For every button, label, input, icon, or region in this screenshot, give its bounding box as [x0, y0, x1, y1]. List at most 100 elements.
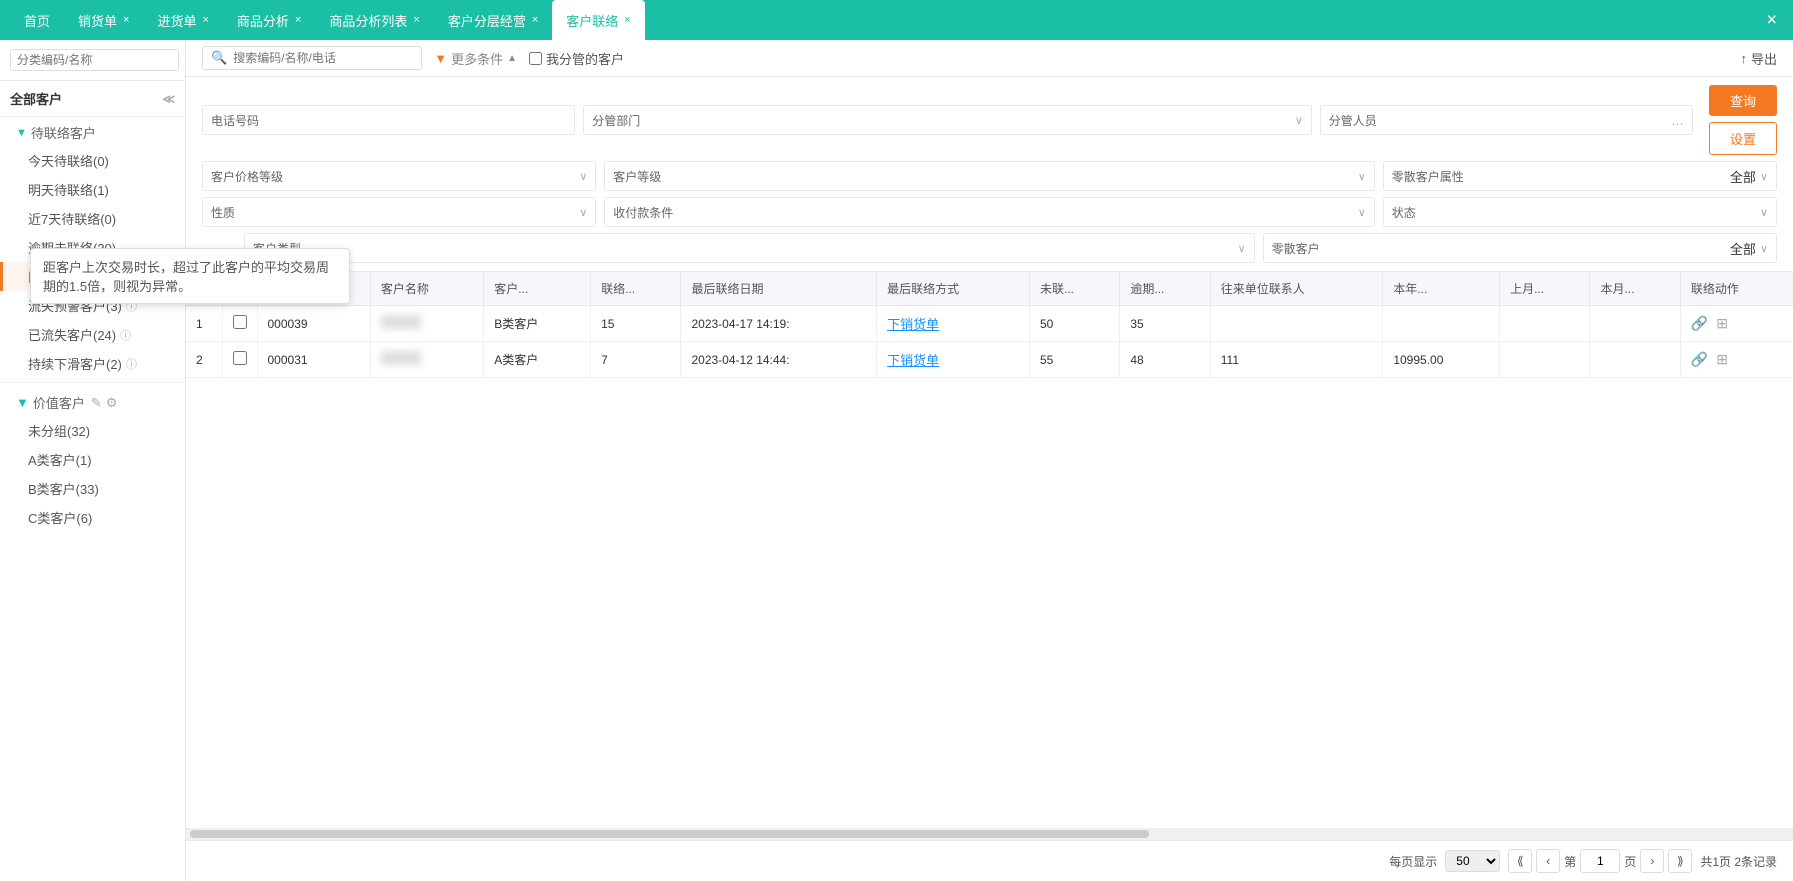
nav-item-home[interactable]: 首页 — [10, 0, 64, 40]
row-last-month — [1500, 342, 1590, 378]
close-all-button[interactable]: × — [1766, 10, 1777, 31]
phone-field[interactable]: 电话号码 — [202, 105, 575, 135]
retail-attr-field[interactable]: 零散客户属性 全部 ∨ — [1383, 161, 1777, 191]
col-last-contact-date: 最后联络日期 — [681, 272, 877, 306]
tooltip-box: 距客户上次交易时长，超过了此客户的平均交易周期的1.5倍，则视为异常。 — [30, 248, 350, 304]
sidebar-all-customers-header[interactable]: 全部客户 ≪ — [0, 81, 185, 117]
settings-button[interactable]: 设置 — [1709, 122, 1777, 155]
close-icon[interactable]: × — [295, 14, 301, 26]
row-code: 000031 — [257, 342, 370, 378]
row-last-contact-date: 2023-04-12 14:44: — [681, 342, 877, 378]
last-contact-link[interactable]: 下销货单 — [887, 317, 939, 332]
sidebar-item-declining[interactable]: 持续下滑客户(2) ⓘ — [0, 349, 185, 378]
search-input[interactable] — [233, 51, 413, 65]
close-icon[interactable]: × — [413, 14, 419, 26]
app-root: 首页 销货单 × 进货单 × 商品分析 × 商品分析列表 × 客户分层经营 × … — [0, 0, 1793, 881]
sidebar-value-group[interactable]: ▼ 价值客户 ✎ ⚙ — [0, 387, 185, 416]
chevron-down-icon: ∨ — [1358, 170, 1366, 183]
arrow-icon: ▼ — [16, 127, 27, 139]
row-contacts — [1210, 306, 1383, 342]
sidebar-waiting-group[interactable]: ▼ 待联络客户 — [0, 117, 185, 146]
sidebar-item-today[interactable]: 今天待联络(0) — [0, 146, 185, 175]
sidebar-search-input[interactable] — [10, 49, 179, 71]
sidebar-item-ungrouped[interactable]: 未分组(32) — [0, 416, 185, 445]
per-page-select[interactable]: 50 100 200 — [1445, 850, 1500, 872]
dept-field[interactable]: 分管部门 ∨ — [583, 105, 1312, 135]
row-name — [370, 342, 483, 378]
sidebar-item-c-class[interactable]: C类客户(6) — [0, 503, 185, 532]
table-row: 1 000039 B类客户 15 2023-04-17 14:19: — [186, 306, 1793, 342]
row-contacts: 111 — [1210, 342, 1383, 378]
row-checkbox[interactable] — [222, 306, 257, 342]
sidebar-item-lost[interactable]: 已流失客户(24) ⓘ — [0, 320, 185, 349]
chevron-down-icon: ∨ — [1358, 206, 1366, 219]
person-field[interactable]: 分管人员 … — [1320, 105, 1693, 135]
query-button[interactable]: 查询 — [1709, 85, 1777, 116]
nav-item-product-list[interactable]: 商品分析列表 × — [315, 0, 433, 40]
chevron-down-icon: ∨ — [579, 170, 587, 183]
scroll-thumb[interactable] — [190, 830, 1149, 838]
row-type: A类客户 — [484, 342, 591, 378]
sidebar-search-area: 🔍 — [0, 40, 185, 81]
table-body: 1 000039 B类客户 15 2023-04-17 14:19: — [186, 306, 1793, 378]
edit-icon[interactable]: ✎ — [91, 395, 102, 411]
sidebar-all-customers-label: 全部客户 — [10, 89, 62, 108]
row-type: B类客户 — [484, 306, 591, 342]
customer-type-field[interactable]: 客户类型 ∨ — [244, 233, 1255, 263]
nav-item-product-analysis[interactable]: 商品分析 × — [223, 0, 315, 40]
close-icon[interactable]: × — [123, 14, 129, 26]
payment-field[interactable]: 收付款条件 ∨ — [604, 197, 1375, 227]
my-customers-check[interactable] — [529, 52, 542, 65]
row-this-year — [1383, 306, 1500, 342]
row-last-contact-method[interactable]: 下销货单 — [877, 306, 1030, 342]
retail-customer-field[interactable]: 零散客户 全部 ∨ — [1263, 233, 1777, 263]
sidebar: 🔍 全部客户 ≪ ▼ 待联络客户 今天待联络(0) 明天待联络(1) — [0, 40, 186, 881]
nav-item-customer-contact[interactable]: 客户联络 × — [552, 0, 644, 40]
row-last-contact-method[interactable]: 下销货单 — [877, 342, 1030, 378]
view-action-icon[interactable]: 🔗 — [1691, 315, 1708, 332]
more-action-icon[interactable]: ⊞ — [1716, 351, 1728, 368]
customer-grade-field[interactable]: 客户等级 ∨ — [604, 161, 1375, 191]
last-contact-link[interactable]: 下销货单 — [887, 353, 939, 368]
close-icon[interactable]: × — [202, 14, 208, 26]
close-icon[interactable]: × — [624, 14, 630, 26]
close-icon[interactable]: × — [532, 14, 538, 26]
more-action-icon[interactable]: ⊞ — [1716, 315, 1728, 332]
more-conditions-button[interactable]: ▼ 更多条件 ▲ — [434, 49, 517, 68]
collapse-icon[interactable]: ≪ — [162, 92, 175, 106]
next-page-button[interactable]: › — [1640, 849, 1664, 873]
row-num: 1 — [186, 306, 222, 342]
row-this-month — [1590, 342, 1680, 378]
chevron-down-icon: ∨ — [579, 206, 587, 219]
my-customers-checkbox[interactable]: 我分管的客户 — [529, 49, 624, 68]
sidebar-item-b-class[interactable]: B类客户(33) — [0, 474, 185, 503]
col-overdue: 逾期... — [1120, 272, 1210, 306]
row-checkbox[interactable] — [222, 342, 257, 378]
first-page-button[interactable]: ⟪ — [1508, 849, 1532, 873]
settings-icon[interactable]: ⚙ — [106, 395, 118, 411]
view-action-icon[interactable]: 🔗 — [1691, 351, 1708, 368]
nav-item-customer-tier[interactable]: 客户分层经营 × — [434, 0, 552, 40]
col-this-year: 本年... — [1383, 272, 1500, 306]
horizontal-scrollbar[interactable] — [186, 828, 1793, 840]
filter-icon: ▼ — [434, 51, 447, 66]
sidebar-item-tomorrow[interactable]: 明天待联络(1) — [0, 175, 185, 204]
row-overdue: 48 — [1120, 342, 1210, 378]
chevron-down-icon: ∨ — [1760, 170, 1768, 183]
sidebar-item-a-class[interactable]: A类客户(1) — [0, 445, 185, 474]
sidebar-item-7days[interactable]: 近7天待联络(0) — [0, 204, 185, 233]
status-field[interactable]: 状态 ∨ — [1383, 197, 1777, 227]
col-name: 客户名称 — [370, 272, 483, 306]
row-select-checkbox[interactable] — [233, 351, 247, 365]
nature-field[interactable]: 性质 ∨ — [202, 197, 596, 227]
nav-item-sales[interactable]: 销货单 × — [64, 0, 143, 40]
nav-item-purchase[interactable]: 进货单 × — [143, 0, 222, 40]
col-action: 联络动作 — [1680, 272, 1793, 306]
export-button[interactable]: ↑ 导出 — [1740, 49, 1777, 68]
col-last-month: 上月... — [1500, 272, 1590, 306]
prev-page-button[interactable]: ‹ — [1536, 849, 1560, 873]
price-grade-field[interactable]: 客户价格等级 ∨ — [202, 161, 596, 191]
last-page-button[interactable]: ⟫ — [1668, 849, 1692, 873]
page-input[interactable] — [1580, 849, 1620, 873]
row-select-checkbox[interactable] — [233, 315, 247, 329]
